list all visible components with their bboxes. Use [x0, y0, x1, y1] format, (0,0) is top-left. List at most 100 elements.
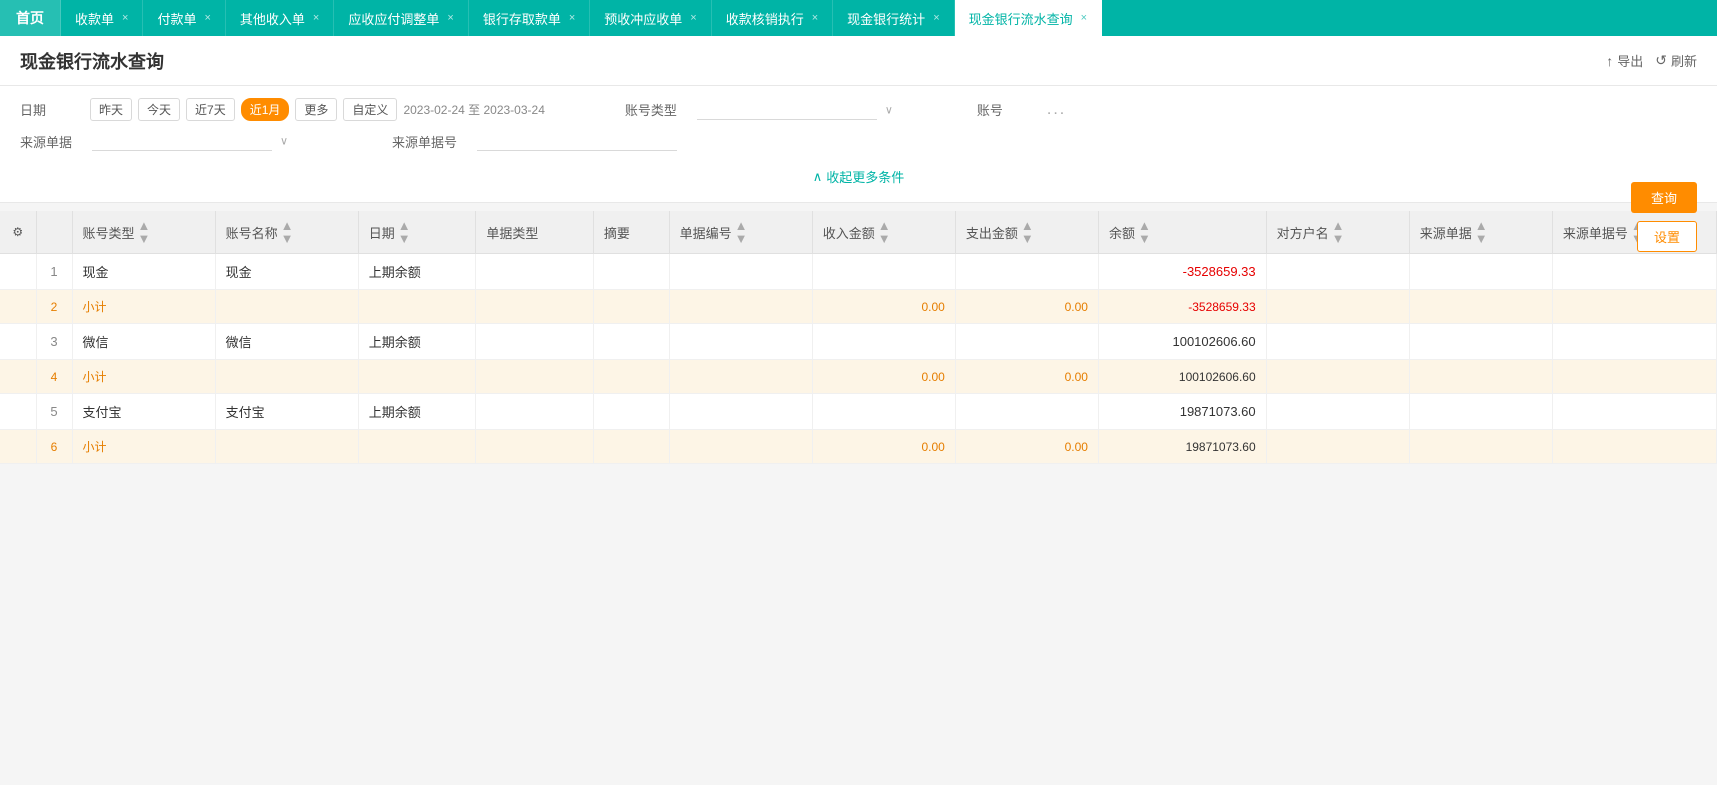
table-body: 1 现金 现金 上期余额 -3528659.33 2 小计 0.00 0.00 …	[0, 254, 1717, 464]
table-row: 3 微信 微信 上期余额 100102606.60	[0, 324, 1717, 360]
th-expense[interactable]: 支出金额 ▲▼	[955, 211, 1098, 254]
th-account-type[interactable]: 账号类型 ▲▼	[72, 211, 215, 254]
nav-tab-2[interactable]: 其他收入单 ×	[226, 0, 334, 36]
row-account-type: 小计	[72, 430, 215, 464]
row-income: 0.00	[812, 360, 955, 394]
th-gear[interactable]: ⚙	[0, 211, 36, 254]
row-balance: 19871073.60	[1098, 394, 1266, 430]
account-type-select-wrapper	[697, 100, 897, 120]
row-doc-type	[476, 430, 594, 464]
source-doc-select-wrapper	[92, 131, 292, 151]
filter-row-2: 来源单据 来源单据号	[20, 131, 1697, 151]
row-date	[358, 430, 476, 464]
row-date: 上期余额	[358, 324, 476, 360]
row-gear-cell	[0, 394, 36, 430]
row-account-name: 支付宝	[215, 394, 358, 430]
row-index: 2	[36, 290, 72, 324]
row-date: 上期余额	[358, 394, 476, 430]
row-source-doc-no	[1552, 430, 1716, 464]
row-doc-type	[476, 290, 594, 324]
row-expense	[955, 324, 1098, 360]
collapse-icon: ∧	[813, 169, 823, 185]
date-range: 2023-02-24 至 2023-03-24	[403, 101, 544, 118]
th-source-doc[interactable]: 来源单据 ▲▼	[1409, 211, 1552, 254]
row-account-name	[215, 430, 358, 464]
settings-button[interactable]: 设置	[1637, 221, 1697, 252]
date-btn-today[interactable]: 今天	[138, 98, 180, 121]
row-expense: 0.00	[955, 430, 1098, 464]
nav-tab-5[interactable]: 预收冲应收单 ×	[590, 0, 711, 36]
nav-tab-0[interactable]: 收款单 ×	[61, 0, 143, 36]
refresh-button[interactable]: ↺ 刷新	[1655, 51, 1697, 70]
nav-tab-6[interactable]: 收款核销执行 ×	[712, 0, 833, 36]
collapse-label: 收起更多条件	[826, 167, 904, 186]
table-row: 4 小计 0.00 0.00 100102606.60	[0, 360, 1717, 394]
row-account-type: 支付宝	[72, 394, 215, 430]
filter-wrapper: 日期 昨天 今天 近7天 近1月 更多 自定义 2023-02-24 至 202…	[0, 86, 1717, 203]
row-doc-no	[669, 360, 812, 394]
th-doc-no[interactable]: 单据编号 ▲▼	[669, 211, 812, 254]
source-doc-no-input[interactable]	[477, 131, 677, 151]
close-tab-2-icon[interactable]: ×	[313, 12, 319, 24]
date-btn-yesterday[interactable]: 昨天	[90, 98, 132, 121]
table-row: 1 现金 现金 上期余额 -3528659.33	[0, 254, 1717, 290]
th-counterparty[interactable]: 对方户名 ▲▼	[1266, 211, 1409, 254]
th-account-name[interactable]: 账号名称 ▲▼	[215, 211, 358, 254]
export-button[interactable]: ↑ 导出	[1606, 51, 1643, 70]
filter-area: 日期 昨天 今天 近7天 近1月 更多 自定义 2023-02-24 至 202…	[0, 86, 1717, 203]
th-doc-type: 单据类型	[476, 211, 594, 254]
row-expense: 0.00	[955, 290, 1098, 324]
date-btn-1month[interactable]: 近1月	[241, 98, 290, 121]
close-tab-7-icon[interactable]: ×	[933, 12, 939, 24]
row-account-type: 小计	[72, 290, 215, 324]
nav-tab-8[interactable]: 现金银行流水查询 ×	[955, 0, 1102, 36]
account-more-icon[interactable]: ...	[1047, 101, 1066, 119]
close-tab-5-icon[interactable]: ×	[690, 12, 696, 24]
close-tab-8-icon[interactable]: ×	[1081, 12, 1087, 24]
date-btn-more[interactable]: 更多	[295, 98, 337, 121]
account-label: 账号	[977, 100, 1027, 119]
filter-row-1: 日期 昨天 今天 近7天 近1月 更多 自定义 2023-02-24 至 202…	[20, 98, 1697, 121]
date-btn-7days[interactable]: 近7天	[186, 98, 235, 121]
collapse-bar[interactable]: ∧ 收起更多条件	[20, 161, 1697, 190]
th-balance[interactable]: 余额 ▲▼	[1098, 211, 1266, 254]
th-income[interactable]: 收入金额 ▲▼	[812, 211, 955, 254]
close-tab-4-icon[interactable]: ×	[569, 12, 575, 24]
row-doc-type	[476, 360, 594, 394]
row-date: 上期余额	[358, 254, 476, 290]
nav-tab-1[interactable]: 付款单 ×	[143, 0, 225, 36]
source-doc-no-label: 来源单据号	[392, 132, 457, 151]
sort-doc-no-icon: ▲▼	[735, 219, 748, 245]
row-source-doc	[1409, 254, 1552, 290]
row-expense: 0.00	[955, 360, 1098, 394]
close-tab-3-icon[interactable]: ×	[447, 12, 453, 24]
row-summary	[593, 360, 669, 394]
source-doc-select[interactable]	[92, 131, 272, 151]
account-type-select[interactable]	[697, 100, 877, 120]
date-label: 日期	[20, 100, 70, 119]
nav-tab-4[interactable]: 银行存取款单 ×	[469, 0, 590, 36]
sort-counterparty-icon: ▲▼	[1332, 219, 1345, 245]
close-tab-0-icon[interactable]: ×	[122, 12, 128, 24]
filter-actions: 查询 设置	[1631, 182, 1697, 252]
row-doc-no	[669, 254, 812, 290]
nav-home[interactable]: 首页	[0, 0, 61, 36]
top-nav: 首页 收款单 × 付款单 × 其他收入单 × 应收应付调整单 × 银行存取款单 …	[0, 0, 1717, 36]
row-summary	[593, 254, 669, 290]
page-title: 现金银行流水查询	[20, 48, 164, 74]
query-button[interactable]: 查询	[1631, 182, 1697, 213]
row-source-doc-no	[1552, 360, 1716, 394]
row-source-doc	[1409, 394, 1552, 430]
th-date[interactable]: 日期 ▲▼	[358, 211, 476, 254]
close-tab-1-icon[interactable]: ×	[204, 12, 210, 24]
close-tab-6-icon[interactable]: ×	[812, 12, 818, 24]
row-balance: 100102606.60	[1098, 324, 1266, 360]
th-index	[36, 211, 72, 254]
row-account-type: 微信	[72, 324, 215, 360]
header-actions: ↑ 导出 ↺ 刷新	[1606, 51, 1697, 70]
date-btn-custom[interactable]: 自定义	[343, 98, 397, 121]
row-source-doc-no	[1552, 290, 1716, 324]
nav-tab-3[interactable]: 应收应付调整单 ×	[334, 0, 468, 36]
nav-tab-7[interactable]: 现金银行统计 ×	[833, 0, 954, 36]
row-income	[812, 394, 955, 430]
